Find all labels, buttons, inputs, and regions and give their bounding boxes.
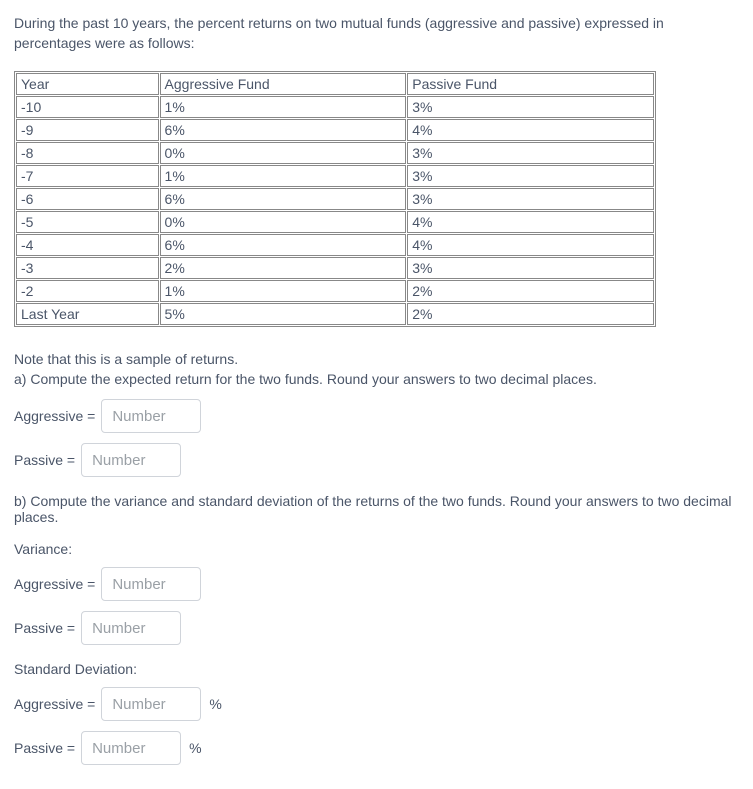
input-passive-return[interactable] xyxy=(81,443,181,477)
cell-year: -3 xyxy=(16,257,159,279)
cell-passive: 4% xyxy=(407,119,654,141)
cell-passive: 2% xyxy=(407,303,654,325)
cell-year: -7 xyxy=(16,165,159,187)
cell-passive: 3% xyxy=(407,165,654,187)
intro-text: During the past 10 years, the percent re… xyxy=(14,14,739,53)
table-row: -2 1% 2% xyxy=(16,280,654,302)
cell-year: -4 xyxy=(16,234,159,256)
input-aggressive-variance[interactable] xyxy=(101,567,201,601)
cell-year: Last Year xyxy=(16,303,159,325)
label-aggressive: Aggressive = xyxy=(14,408,95,424)
note-text: Note that this is a sample of returns. xyxy=(14,351,739,367)
table-row: -5 0% 4% xyxy=(16,211,654,233)
header-year: Year xyxy=(16,73,159,95)
cell-aggressive: 0% xyxy=(160,211,407,233)
label-std-dev: Standard Deviation: xyxy=(14,661,739,677)
input-passive-stddev[interactable] xyxy=(81,731,181,765)
table-row: -7 1% 3% xyxy=(16,165,654,187)
header-passive: Passive Fund xyxy=(407,73,654,95)
table-row: -8 0% 3% xyxy=(16,142,654,164)
cell-year: -10 xyxy=(16,96,159,118)
label-aggressive: Aggressive = xyxy=(14,696,95,712)
cell-year: -6 xyxy=(16,188,159,210)
cell-year: -5 xyxy=(16,211,159,233)
label-passive: Passive = xyxy=(14,620,75,636)
label-aggressive: Aggressive = xyxy=(14,576,95,592)
percent-suffix: % xyxy=(189,740,201,756)
cell-passive: 4% xyxy=(407,234,654,256)
cell-year: -8 xyxy=(16,142,159,164)
cell-passive: 3% xyxy=(407,96,654,118)
percent-suffix: % xyxy=(209,696,221,712)
cell-aggressive: 2% xyxy=(160,257,407,279)
cell-year: -9 xyxy=(16,119,159,141)
label-variance: Variance: xyxy=(14,541,739,557)
cell-aggressive: 6% xyxy=(160,119,407,141)
input-passive-variance[interactable] xyxy=(81,611,181,645)
input-aggressive-return[interactable] xyxy=(101,399,201,433)
cell-passive: 4% xyxy=(407,211,654,233)
cell-year: -2 xyxy=(16,280,159,302)
cell-aggressive: 6% xyxy=(160,234,407,256)
cell-aggressive: 0% xyxy=(160,142,407,164)
cell-aggressive: 6% xyxy=(160,188,407,210)
question-b: b) Compute the variance and standard dev… xyxy=(14,493,739,525)
cell-passive: 2% xyxy=(407,280,654,302)
table-row: Last Year 5% 2% xyxy=(16,303,654,325)
table-row: -6 6% 3% xyxy=(16,188,654,210)
cell-aggressive: 1% xyxy=(160,96,407,118)
cell-aggressive: 5% xyxy=(160,303,407,325)
label-passive: Passive = xyxy=(14,452,75,468)
cell-aggressive: 1% xyxy=(160,280,407,302)
cell-passive: 3% xyxy=(407,257,654,279)
returns-table: Year Aggressive Fund Passive Fund -10 1%… xyxy=(14,71,656,327)
header-aggressive: Aggressive Fund xyxy=(160,73,407,95)
table-row: -4 6% 4% xyxy=(16,234,654,256)
table-row: -10 1% 3% xyxy=(16,96,654,118)
label-passive: Passive = xyxy=(14,740,75,756)
input-aggressive-stddev[interactable] xyxy=(101,687,201,721)
cell-passive: 3% xyxy=(407,188,654,210)
cell-aggressive: 1% xyxy=(160,165,407,187)
table-row: -9 6% 4% xyxy=(16,119,654,141)
table-row: -3 2% 3% xyxy=(16,257,654,279)
cell-passive: 3% xyxy=(407,142,654,164)
question-a: a) Compute the expected return for the t… xyxy=(14,371,739,387)
table-header-row: Year Aggressive Fund Passive Fund xyxy=(16,73,654,95)
